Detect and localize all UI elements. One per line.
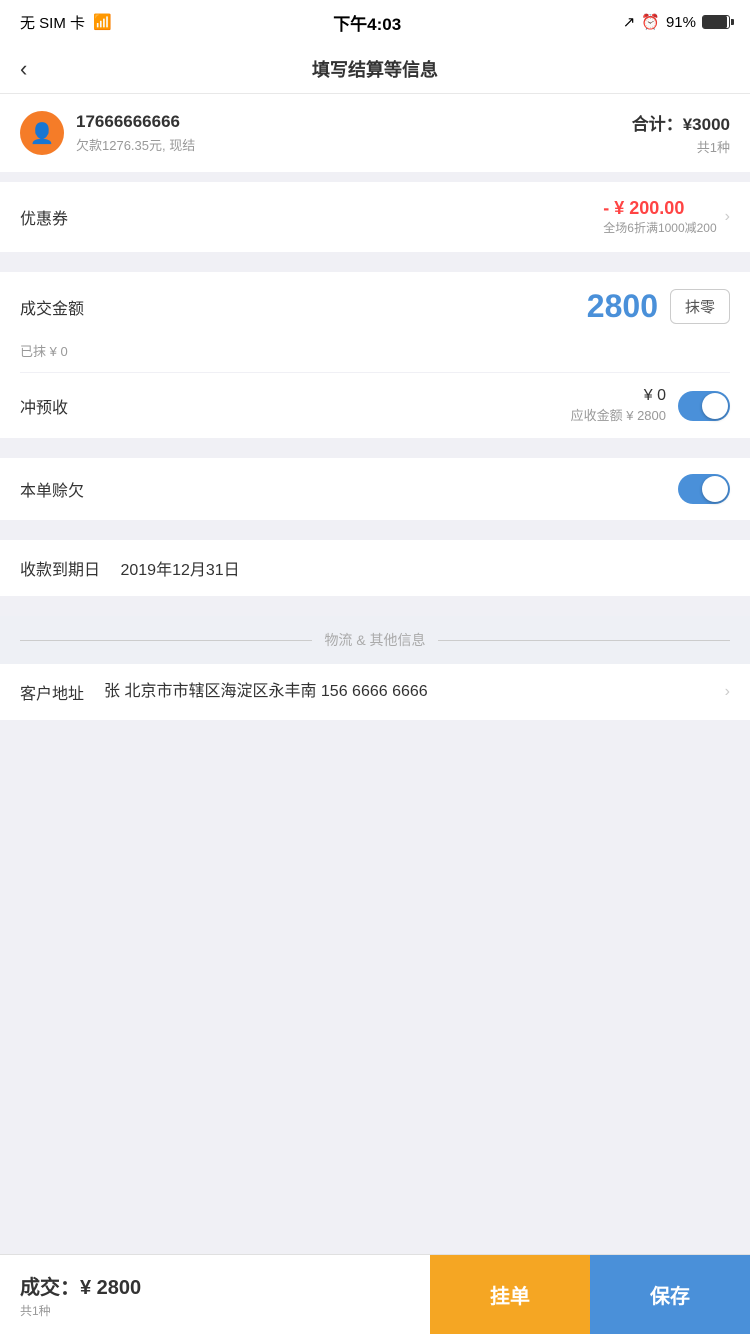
section-separator-2 — [0, 448, 750, 458]
bottom-bar: 成交：¥ 2800 共1种 挂单 保存 — [0, 1254, 750, 1334]
address-chevron: › — [725, 683, 730, 701]
battery-percent: 91% — [666, 14, 696, 31]
location-icon: ↗ — [623, 13, 636, 31]
debt-label: 本单赊欠 — [20, 477, 84, 501]
prepay-label: 冲预收 — [20, 394, 68, 418]
prepay-amount: ¥ 0 — [571, 387, 666, 405]
coupon-right: - ¥ 200.00 全场6折满1000减200 › — [603, 198, 730, 236]
wifi-icon: 📶 — [93, 13, 112, 31]
prepay-toggle[interactable] — [678, 391, 730, 421]
debt-toggle-knob — [702, 476, 728, 502]
total-amount: 合计：¥3000 — [632, 110, 730, 135]
bottom-summary: 成交：¥ 2800 共1种 — [0, 1271, 430, 1319]
debt-toggle[interactable] — [678, 474, 730, 504]
customer-phone: 17666666666 — [76, 112, 195, 132]
gray-fill-area — [0, 720, 750, 920]
round-zero-button[interactable]: 抹零 — [670, 289, 730, 324]
address-row[interactable]: 客户地址 张 北京市市辖区海淀区永丰南 156 6666 6666 › — [0, 664, 750, 720]
bottom-deal-amount: ¥ 2800 — [80, 1277, 141, 1299]
duedate-value: 2019年12月31日 — [120, 562, 239, 579]
bottom-count: 共1种 — [20, 1302, 410, 1319]
deal-section: 成交金额 2800 抹零 已抹 ¥ 0 冲预收 ¥ 0 应收金额 ¥ 2800 — [0, 272, 750, 438]
prepay-row: 冲预收 ¥ 0 应收金额 ¥ 2800 — [0, 373, 750, 438]
section-separator-3 — [0, 530, 750, 540]
status-left: 无 SIM 卡 📶 — [20, 12, 112, 33]
section-header-line-left — [20, 640, 312, 641]
customer-left: 👤 17666666666 欠款1276.35元, 现结 — [20, 111, 195, 155]
coupon-amount-col: - ¥ 200.00 全场6折满1000减200 — [603, 198, 716, 236]
debt-row: 本单赊欠 — [0, 458, 750, 520]
section-header-text: 物流 & 其他信息 — [324, 630, 425, 650]
battery-icon — [702, 15, 730, 29]
debt-section: 本单赊欠 — [0, 458, 750, 520]
prepay-right: ¥ 0 应收金额 ¥ 2800 — [571, 387, 730, 424]
deal-right: 2800 抹零 — [587, 288, 730, 325]
section-header: 物流 & 其他信息 — [0, 616, 750, 664]
duedate-row: 收款到期日 2019年12月31日 — [0, 540, 750, 596]
deal-row: 成交金额 2800 抹零 — [0, 272, 750, 341]
back-button[interactable]: ‹ — [12, 48, 35, 90]
coupon-row[interactable]: 优惠券 - ¥ 200.00 全场6折满1000减200 › — [0, 182, 750, 252]
coupon-desc: 全场6折满1000减200 — [603, 219, 716, 236]
total-count: 共1种 — [632, 137, 730, 156]
customer-card: 👤 17666666666 欠款1276.35元, 现结 合计：¥3000 共1… — [0, 94, 750, 172]
avatar: 👤 — [20, 111, 64, 155]
prepay-amount-col: ¥ 0 应收金额 ¥ 2800 — [571, 387, 666, 424]
coupon-label: 优惠券 — [20, 205, 68, 229]
status-bar: 无 SIM 卡 📶 下午4:03 ↗ ⏰ 91% — [0, 0, 750, 44]
customer-total: 合计：¥3000 共1种 — [632, 110, 730, 156]
save-button[interactable]: 保存 — [590, 1255, 750, 1334]
section-header-line-right — [438, 640, 730, 641]
bottom-buttons: 挂单 保存 — [430, 1255, 750, 1334]
section-separator-1 — [0, 262, 750, 272]
coupon-amount: - ¥ 200.00 — [603, 198, 716, 219]
customer-info: 17666666666 欠款1276.35元, 现结 — [76, 112, 195, 154]
header: ‹ 填写结算等信息 — [0, 44, 750, 94]
bottom-deal-row: 成交：¥ 2800 — [20, 1271, 410, 1300]
address-label: 客户地址 — [20, 680, 84, 704]
bottom-deal-label: 成交： — [20, 1277, 80, 1299]
address-value: 张 北京市市辖区海淀区永丰南 156 6666 6666 — [104, 680, 725, 704]
deal-label: 成交金额 — [20, 295, 84, 319]
section-separator-4 — [0, 606, 750, 616]
coupon-chevron: › — [725, 208, 730, 226]
alarm-icon: ⏰ — [641, 13, 660, 31]
page-title: 填写结算等信息 — [312, 56, 438, 82]
pending-button[interactable]: 挂单 — [430, 1255, 590, 1334]
toggle-knob — [702, 393, 728, 419]
prepay-sub: 应收金额 ¥ 2800 — [571, 405, 666, 424]
no-sim-text: 无 SIM 卡 — [20, 12, 85, 33]
status-time: 下午4:03 — [333, 10, 401, 35]
content: 👤 17666666666 欠款1276.35元, 现结 合计：¥3000 共1… — [0, 94, 750, 1020]
deal-sub: 已抹 ¥ 0 — [0, 341, 750, 372]
duedate-label: 收款到期日 — [20, 562, 100, 579]
deal-amount: 2800 — [587, 288, 658, 325]
avatar-icon: 👤 — [30, 121, 55, 146]
status-right: ↗ ⏰ 91% — [623, 13, 730, 31]
customer-sub: 欠款1276.35元, 现结 — [76, 135, 195, 154]
